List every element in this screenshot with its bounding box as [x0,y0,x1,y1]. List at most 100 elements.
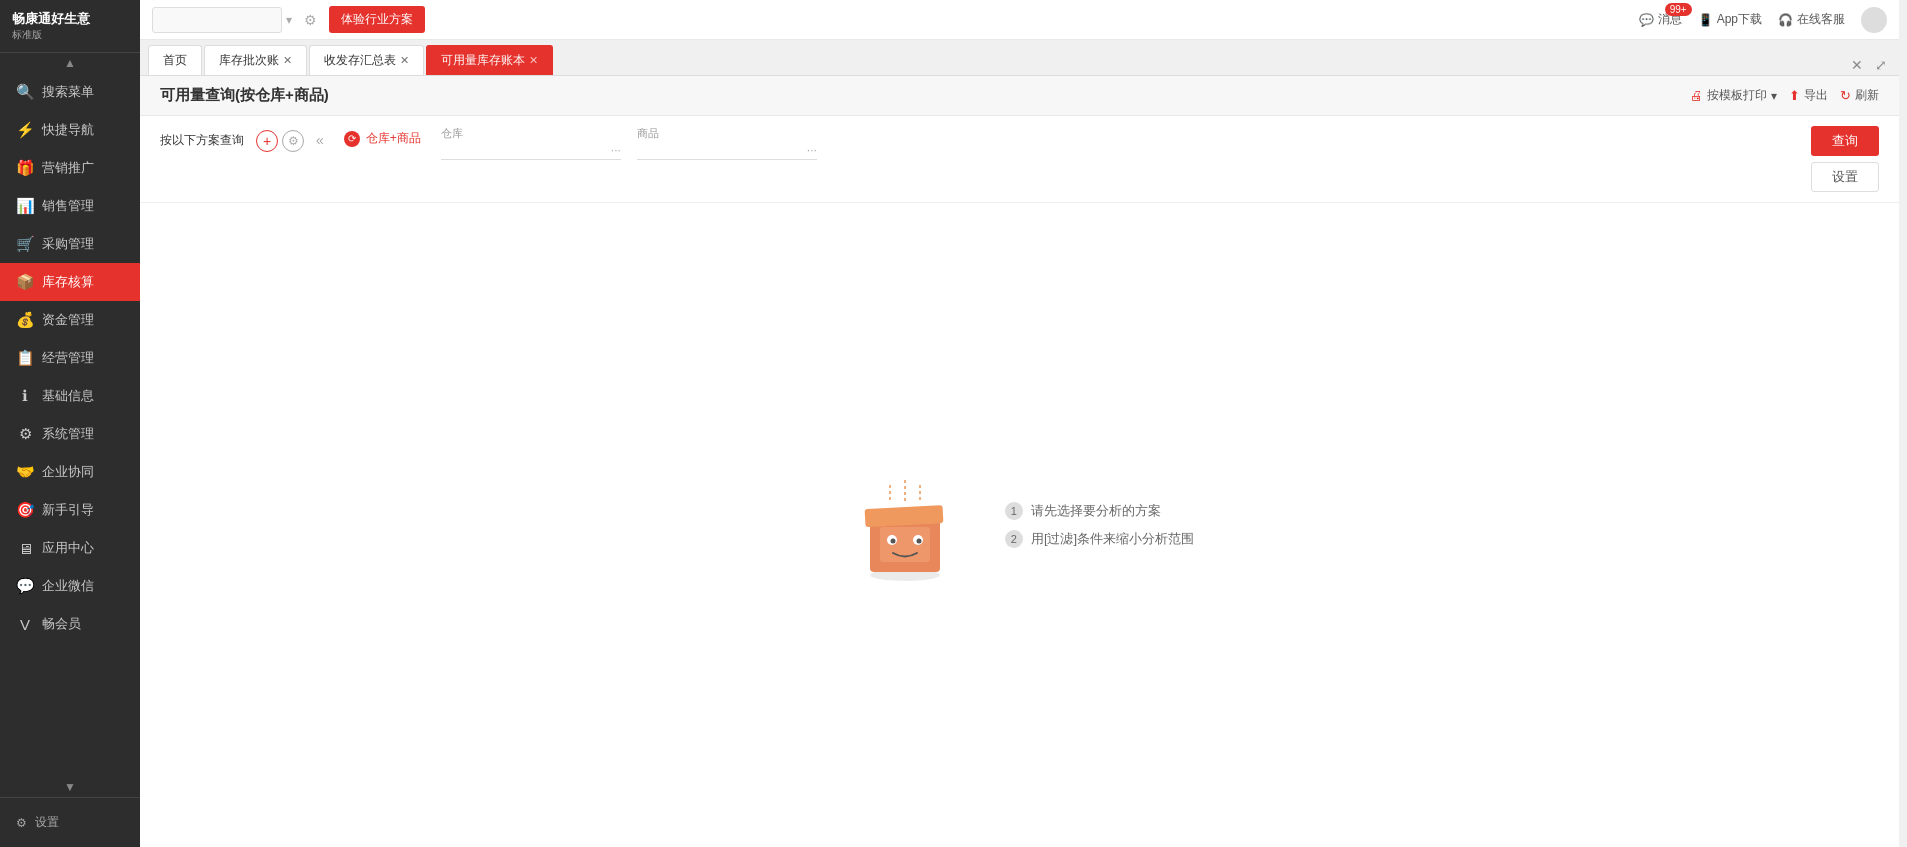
headset-icon: 🎧 [1778,13,1793,27]
export-icon: ⬆ [1789,88,1800,103]
sidebar-icon-7: 📋 [16,349,34,367]
add-scheme-button[interactable]: + [256,130,278,152]
topbar: ▾ ⚙ 体验行业方案 💬 消息 99+ 📱 App下载 🎧 在线客服 [140,0,1899,40]
sidebar-icon-0: 🔍 [16,83,34,101]
sidebar-item-新手引导[interactable]: 🎯新手引导 [0,491,140,529]
industry-solution-button[interactable]: 体验行业方案 [329,6,425,33]
message-badge: 99+ [1665,3,1692,16]
tab-batch-account[interactable]: 库存批次账 ✕ [204,45,307,75]
sidebar-icon-6: 💰 [16,311,34,329]
filter-fields: 仓库 ··· 商品 ··· [441,126,1799,160]
filter-schemes: ⟳ 仓库+商品 [336,126,429,151]
print-chevron-icon: ▾ [1771,89,1777,103]
sidebar-item-资金管理[interactable]: 💰资金管理 [0,301,140,339]
tab-batch-account-label: 库存批次账 [219,52,279,69]
sidebar-icon-9: ⚙ [16,425,34,443]
sidebar-icon-10: 🤝 [16,463,34,481]
warehouse-input-row: ··· [441,143,621,160]
customer-service-label: 在线客服 [1797,11,1845,28]
sidebar-scroll-up[interactable]: ▲ [0,52,140,74]
empty-info: 1 请先选择要分析的方案 2 用[过滤]条件来缩小分析范围 [1005,502,1194,548]
customer-service-button[interactable]: 🎧 在线客服 [1778,11,1845,28]
sidebar-item-畅会员[interactable]: V畅会员 [0,605,140,643]
user-avatar[interactable] [1861,7,1887,33]
sidebar-menu: 🔍 搜索菜单 ⚡快捷导航🎁营销推广📊销售管理 🛒 采购管理 📦库存核算💰资金管理📋经营管理… [0,73,140,777]
export-label: 导出 [1804,87,1828,104]
tabs-right-actions: ✕ ⤢ [1847,55,1891,75]
tab-available-stock-close[interactable]: ✕ [529,54,538,67]
topbar-search: ▾ [152,7,292,33]
tab-summary-label: 收发存汇总表 [324,52,396,69]
search-input[interactable] [152,7,282,33]
sidebar-label-1: 快捷导航 [42,121,94,139]
empty-robot-icon [845,465,965,585]
tab-batch-account-close[interactable]: ✕ [283,54,292,67]
scheme-warehouse-product[interactable]: ⟳ 仓库+商品 [336,126,429,151]
scheme-settings-button[interactable]: ⚙ [282,130,304,152]
sidebar-label-0: 搜索菜单 [42,83,94,101]
warehouse-more-icon[interactable]: ··· [611,143,621,157]
collapse-icon[interactable]: « [316,132,324,148]
product-field: 商品 ··· [637,126,817,160]
sidebar-label-12: 应用中心 [42,539,94,557]
tab-close-button[interactable]: ✕ [1847,55,1867,75]
print-label: 按模板打印 [1707,87,1767,104]
filter-bar: 按以下方案查询 + ⚙ « ⟳ 仓库+商品 仓库 ··· 商品 [140,116,1899,203]
sidebar-label-14: 畅会员 [42,615,81,633]
sidebar-icon-13: 💬 [16,577,34,595]
refresh-label: 刷新 [1855,87,1879,104]
sidebar-item-基础信息[interactable]: ℹ基础信息 [0,377,140,415]
chevron-down-icon[interactable]: ▾ [286,13,292,27]
sidebar-label-3: 销售管理 [42,197,94,215]
sidebar-item-库存核算[interactable]: 📦库存核算 [0,263,140,301]
tab-available-stock[interactable]: 可用量库存账本 ✕ [426,45,553,75]
tab-bar: 首页 库存批次账 ✕ 收发存汇总表 ✕ 可用量库存账本 ✕ ✕ ⤢ [140,40,1899,76]
export-button[interactable]: ⬆ 导出 [1789,87,1828,104]
right-scrollbar[interactable] [1899,0,1907,847]
app-download-button[interactable]: 📱 App下载 [1698,11,1762,28]
page-header: 可用量查询(按仓库+商品) 🖨 按模板打印 ▾ ⬆ 导出 ↻ 刷新 [140,76,1899,116]
tab-home[interactable]: 首页 [148,45,202,75]
sidebar-scroll-down[interactable]: ▼ [0,776,140,798]
sidebar-settings[interactable]: ⚙ 设置 [0,806,140,839]
app-download-label: App下载 [1717,11,1762,28]
sidebar-item-销售管理[interactable]: 📊销售管理 [0,187,140,225]
download-icon: 📱 [1698,13,1713,27]
sidebar-item-应用中心[interactable]: 🖥应用中心 [0,529,140,567]
refresh-button[interactable]: ↻ 刷新 [1840,87,1879,104]
warehouse-field: 仓库 ··· [441,126,621,160]
message-button[interactable]: 💬 消息 99+ [1639,11,1682,28]
sidebar-label-4: 采购管理 [42,235,94,253]
page-header-actions: 🖨 按模板打印 ▾ ⬆ 导出 ↻ 刷新 [1690,87,1879,104]
tab-available-stock-label: 可用量库存账本 [441,52,525,69]
sidebar-item-经营管理[interactable]: 📋经营管理 [0,339,140,377]
sidebar-label-9: 系统管理 [42,425,94,443]
sidebar-item-系统管理[interactable]: ⚙ 系统管理 [0,415,140,453]
product-more-icon[interactable]: ··· [807,143,817,157]
sidebar-item-快捷导航[interactable]: ⚡快捷导航 [0,111,140,149]
column-settings-button[interactable]: 设置 [1811,162,1879,192]
tab-summary[interactable]: 收发存汇总表 ✕ [309,45,424,75]
sidebar-item-企业微信[interactable]: 💬企业微信 [0,567,140,605]
sidebar-icon-8: ℹ [16,387,34,405]
sidebar-icon-4: 🛒 [16,235,34,253]
sidebar-item-企业协同[interactable]: 🤝 企业协同 [0,453,140,491]
sidebar-item-营销推广[interactable]: 🎁营销推广 [0,149,140,187]
query-button[interactable]: 查询 [1811,126,1879,156]
print-button[interactable]: 🖨 按模板打印 ▾ [1690,87,1777,104]
filter-scheme-actions: + ⚙ [256,130,304,152]
product-input-row: ··· [637,143,817,160]
query-buttons: 查询 设置 [1811,126,1879,192]
sidebar-item-采购管理[interactable]: 🛒 采购管理 [0,225,140,263]
topbar-right: 💬 消息 99+ 📱 App下载 🎧 在线客服 [1639,7,1887,33]
content-area: 1 请先选择要分析的方案 2 用[过滤]条件来缩小分析范围 [140,203,1899,847]
sidebar-icon-11: 🎯 [16,501,34,519]
tab-summary-close[interactable]: ✕ [400,54,409,67]
message-icon: 💬 [1639,13,1654,27]
tab-expand-button[interactable]: ⤢ [1871,55,1891,75]
empty-step-1: 1 请先选择要分析的方案 [1005,502,1194,520]
sidebar-label-10: 企业协同 [42,463,94,481]
topbar-gear-icon[interactable]: ⚙ [300,8,321,32]
sidebar-item-搜索菜单[interactable]: 🔍 搜索菜单 [0,73,140,111]
empty-step-2: 2 用[过滤]条件来缩小分析范围 [1005,530,1194,548]
